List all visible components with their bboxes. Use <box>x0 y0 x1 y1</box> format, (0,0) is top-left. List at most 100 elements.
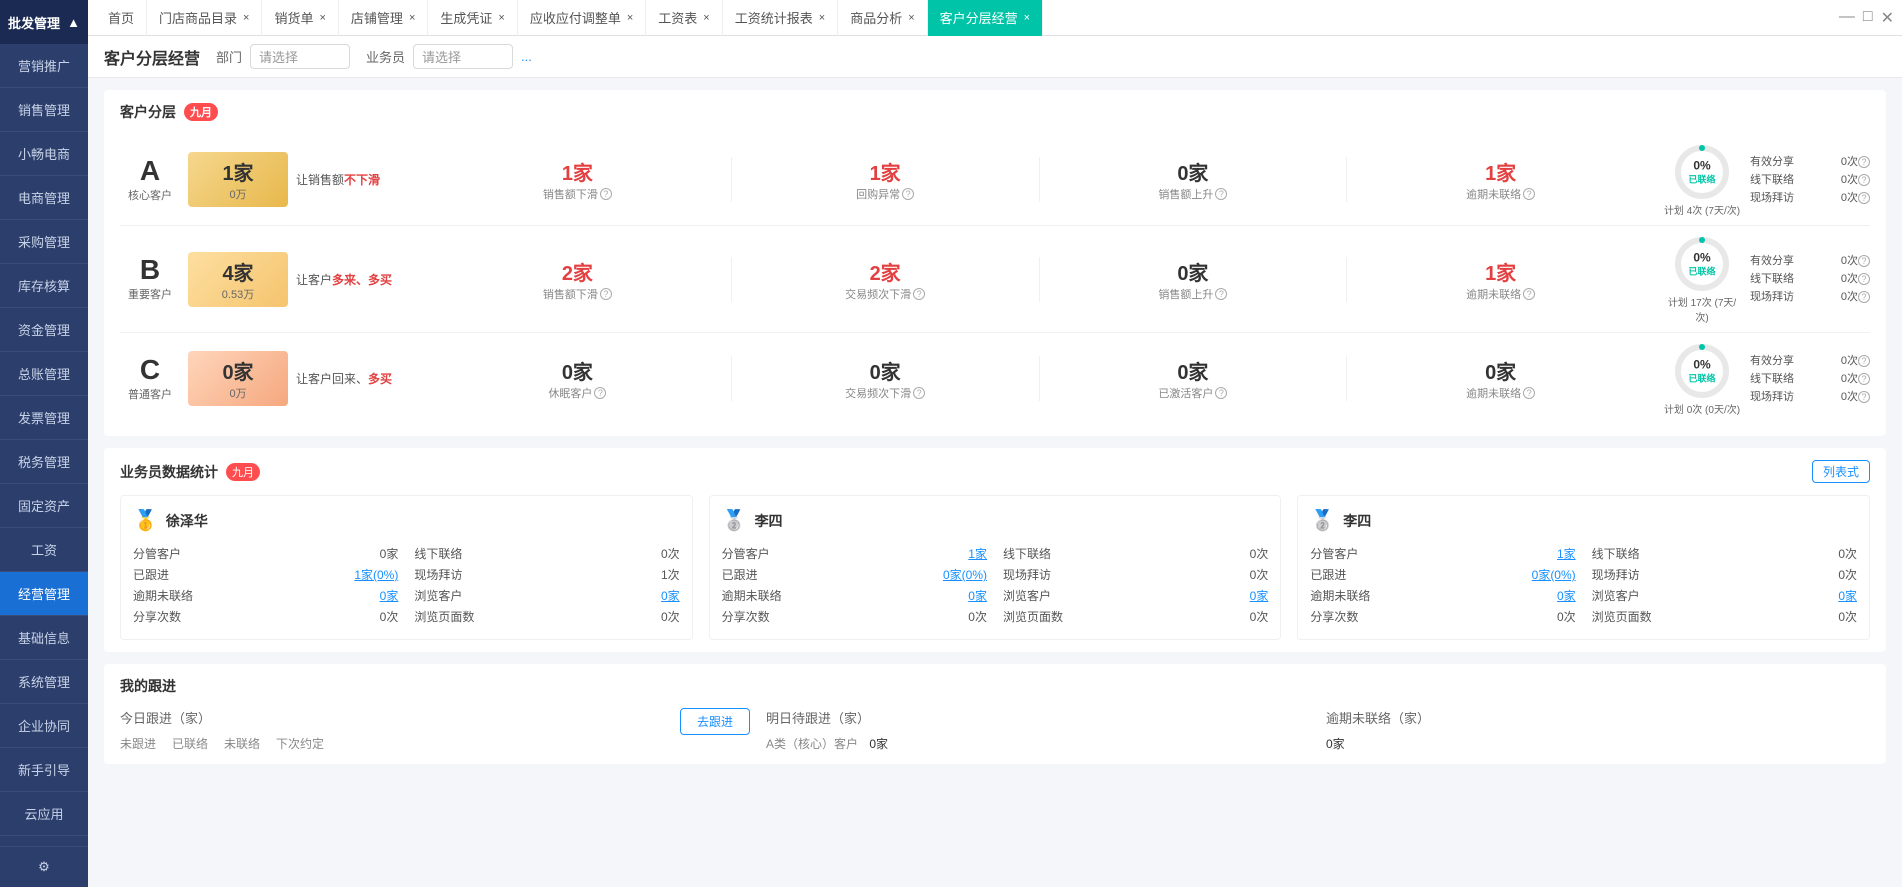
info-icon[interactable]: ? <box>902 188 914 200</box>
info-icon[interactable]: ? <box>1858 391 1870 403</box>
tab-店铺管理[interactable]: 店铺管理× <box>339 0 428 36</box>
tier-stat-label: 逾期未联络? <box>1466 286 1535 302</box>
right-stat-line: 现场拜访0次? <box>1750 388 1870 404</box>
sp-stat-val[interactable]: 0家 <box>1250 587 1269 604</box>
sp-stat-val[interactable]: 0家(0%) <box>943 566 987 583</box>
sp-stat-row: 分管客户0家 <box>133 543 398 564</box>
sidebar-item-经营管理[interactable]: 经营管理 <box>0 572 88 616</box>
sp-stat-val[interactable]: 0家 <box>661 587 680 604</box>
sp-header: 🥈李四 <box>722 508 1269 533</box>
tier-stat-item: 0家逾期未联络? <box>1347 356 1654 401</box>
sidebar-settings[interactable]: ⚙ <box>0 846 88 887</box>
sp-stat-row: 现场拜访1次 <box>414 564 679 585</box>
sp-stat-row: 逾期未联络0家 <box>1310 585 1575 606</box>
sidebar-item-销售管理[interactable]: 销售管理 <box>0 88 88 132</box>
sidebar-item-基础信息[interactable]: 基础信息 <box>0 616 88 660</box>
info-icon[interactable]: ? <box>913 387 925 399</box>
tab-close-icon[interactable]: × <box>627 12 633 24</box>
tab-工资统计报表[interactable]: 工资统计报表× <box>723 0 838 36</box>
tab-门店商品目录[interactable]: 门店商品目录× <box>147 0 262 36</box>
tab-首页[interactable]: 首页 <box>96 0 147 36</box>
sidebar-item-系统管理[interactable]: 系统管理 <box>0 660 88 704</box>
tab-close-icon[interactable]: × <box>319 12 325 24</box>
tab-生成凭证[interactable]: 生成凭证× <box>428 0 517 36</box>
info-icon[interactable]: ? <box>1215 387 1227 399</box>
sidebar-item-采购管理[interactable]: 采购管理 <box>0 220 88 264</box>
sidebar-item-企业协同[interactable]: 企业协同 <box>0 704 88 748</box>
info-icon[interactable]: ? <box>1858 355 1870 367</box>
sp-stat-val[interactable]: 1家 <box>1557 545 1576 562</box>
sidebar-item-总账管理[interactable]: 总账管理 <box>0 352 88 396</box>
list-view-button[interactable]: 列表式 <box>1812 460 1870 483</box>
sidebar-item-发票管理[interactable]: 发票管理 <box>0 396 88 440</box>
tier-stat-num: 0家 <box>1177 356 1208 385</box>
circle-label: 已联络 <box>1688 173 1715 186</box>
sp-stat-row: 浏览客户0家 <box>1592 585 1857 606</box>
tab-商品分析[interactable]: 商品分析× <box>838 0 927 36</box>
sp-stat-val[interactable]: 0家 <box>1557 587 1576 604</box>
sp-stat-label: 分管客户 <box>722 545 770 562</box>
tab-工资表[interactable]: 工资表× <box>646 0 722 36</box>
sp-stat-val[interactable]: 1家 <box>968 545 987 562</box>
sidebar-collapse-icon[interactable]: ▲ <box>67 15 80 30</box>
info-icon[interactable]: ? <box>1858 174 1870 186</box>
sidebar-item-营销推广[interactable]: 营销推广 <box>0 44 88 88</box>
tab-应收应付调整单[interactable]: 应收应付调整单× <box>518 0 646 36</box>
more-filters[interactable]: ... <box>521 49 532 64</box>
tab-close-icon[interactable]: × <box>703 12 709 24</box>
tier-stats: 1家销售额下滑?1家回购异常?0家销售额上升?1家逾期未联络? <box>424 157 1654 202</box>
info-icon[interactable]: ? <box>1523 188 1535 200</box>
sidebar-item-工资[interactable]: 工资 <box>0 528 88 572</box>
right-stat-label: 现场拜访 <box>1750 189 1794 205</box>
tab-close-icon[interactable]: × <box>498 12 504 24</box>
info-icon[interactable]: ? <box>1215 288 1227 300</box>
info-icon[interactable]: ? <box>1523 288 1535 300</box>
info-icon[interactable]: ? <box>1858 156 1870 168</box>
info-icon[interactable]: ? <box>1858 291 1870 303</box>
window-close-icon[interactable]: ✕ <box>1881 8 1894 28</box>
circle-label: 已联络 <box>1688 265 1715 278</box>
sidebar-item-云应用[interactable]: 云应用 <box>0 792 88 836</box>
sidebar-item-小畅电商[interactable]: 小畅电商 <box>0 132 88 176</box>
salesperson-select[interactable]: 请选择 <box>413 44 513 69</box>
tab-close-icon[interactable]: × <box>409 12 415 24</box>
sp-stat-val: 0次 <box>1250 545 1269 562</box>
sp-stat-val[interactable]: 0家 <box>968 587 987 604</box>
info-icon[interactable]: ? <box>913 288 925 300</box>
window-restore-icon[interactable]: □ <box>1863 8 1873 28</box>
right-stat-line: 现场拜访0次? <box>1750 288 1870 304</box>
info-icon[interactable]: ? <box>1523 387 1535 399</box>
sp-stat-val[interactable]: 1家(0%) <box>354 566 398 583</box>
info-icon[interactable]: ? <box>600 288 612 300</box>
tab-bar: 首页门店商品目录×销货单×店铺管理×生成凭证×应收应付调整单×工资表×工资统计报… <box>88 0 1902 36</box>
tab-close-icon[interactable]: × <box>908 12 914 24</box>
sp-stat-val[interactable]: 0家(0%) <box>1532 566 1576 583</box>
dept-select[interactable]: 请选择 <box>250 44 350 69</box>
info-icon[interactable]: ? <box>1858 273 1870 285</box>
tab-close-icon[interactable]: × <box>819 12 825 24</box>
tab-close-icon[interactable]: × <box>243 12 249 24</box>
sidebar-item-库存核算[interactable]: 库存核算 <box>0 264 88 308</box>
sidebar-item-新手引导[interactable]: 新手引导 <box>0 748 88 792</box>
sidebar-item-资金管理[interactable]: 资金管理 <box>0 308 88 352</box>
info-icon[interactable]: ? <box>1858 373 1870 385</box>
info-icon[interactable]: ? <box>594 387 606 399</box>
info-icon[interactable]: ? <box>1215 188 1227 200</box>
tier-stat-item: 1家逾期未联络? <box>1347 257 1654 302</box>
tier-stat-num: 1家 <box>1485 257 1516 286</box>
info-icon[interactable]: ? <box>1858 255 1870 267</box>
sp-badge: 🥈 <box>722 508 747 533</box>
goto-button[interactable]: 去跟进 <box>680 708 750 735</box>
tab-close-icon[interactable]: × <box>1024 12 1030 24</box>
tomorrow-follow-title: 明日待跟进（家） <box>766 708 1310 727</box>
info-icon[interactable]: ? <box>600 188 612 200</box>
sp-stat-val[interactable]: 0家 <box>1838 587 1857 604</box>
sidebar-item-电商管理[interactable]: 电商管理 <box>0 176 88 220</box>
tab-销货单[interactable]: 销货单× <box>262 0 338 36</box>
info-icon[interactable]: ? <box>1858 192 1870 204</box>
sidebar-item-税务管理[interactable]: 税务管理 <box>0 440 88 484</box>
tab-客户分层经营[interactable]: 客户分层经营× <box>928 0 1043 36</box>
window-minimize-icon[interactable]: — <box>1839 8 1855 28</box>
sidebar-item-固定资产[interactable]: 固定资产 <box>0 484 88 528</box>
sp-stat-val[interactable]: 0家 <box>380 587 399 604</box>
